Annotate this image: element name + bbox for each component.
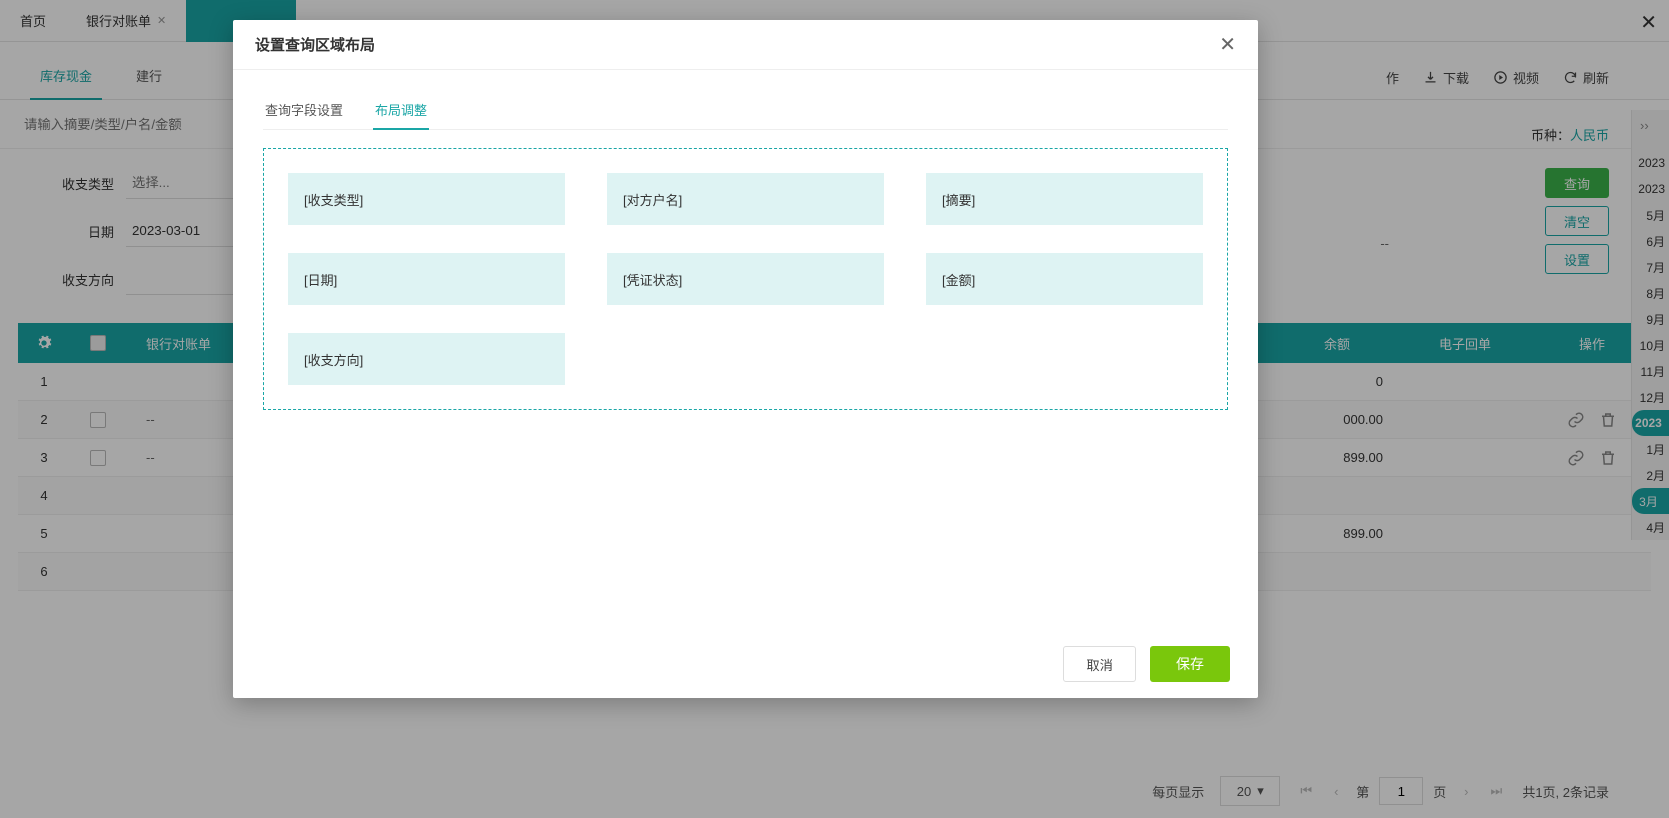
modal-close-button[interactable]: ✕ (1219, 32, 1236, 57)
layout-item[interactable]: [日期] (288, 253, 565, 305)
layout-grid: [收支类型] [对方户名] [摘要] [日期] [凭证状态] [金额] [收支方向] (263, 148, 1228, 410)
layout-item[interactable]: [金额] (926, 253, 1203, 305)
modal-title: 设置查询区域布局 (255, 34, 375, 55)
save-button[interactable]: 保存 (1150, 646, 1230, 682)
modal-tab-layout[interactable]: 布局调整 (373, 90, 429, 129)
cancel-button[interactable]: 取消 (1063, 646, 1136, 682)
modal-tabs: 查询字段设置 布局调整 (263, 90, 1228, 130)
layout-item[interactable]: [收支类型] (288, 173, 565, 225)
layout-item[interactable]: [摘要] (926, 173, 1203, 225)
layout-modal: 设置查询区域布局 ✕ 查询字段设置 布局调整 [收支类型][对方户名][摘要][… (233, 20, 1258, 698)
modal-tab-fields[interactable]: 查询字段设置 (263, 90, 345, 129)
layout-item[interactable]: [凭证状态] (607, 253, 884, 305)
layout-item[interactable]: [收支方向] (288, 333, 565, 385)
layout-item[interactable]: [对方户名] (607, 173, 884, 225)
